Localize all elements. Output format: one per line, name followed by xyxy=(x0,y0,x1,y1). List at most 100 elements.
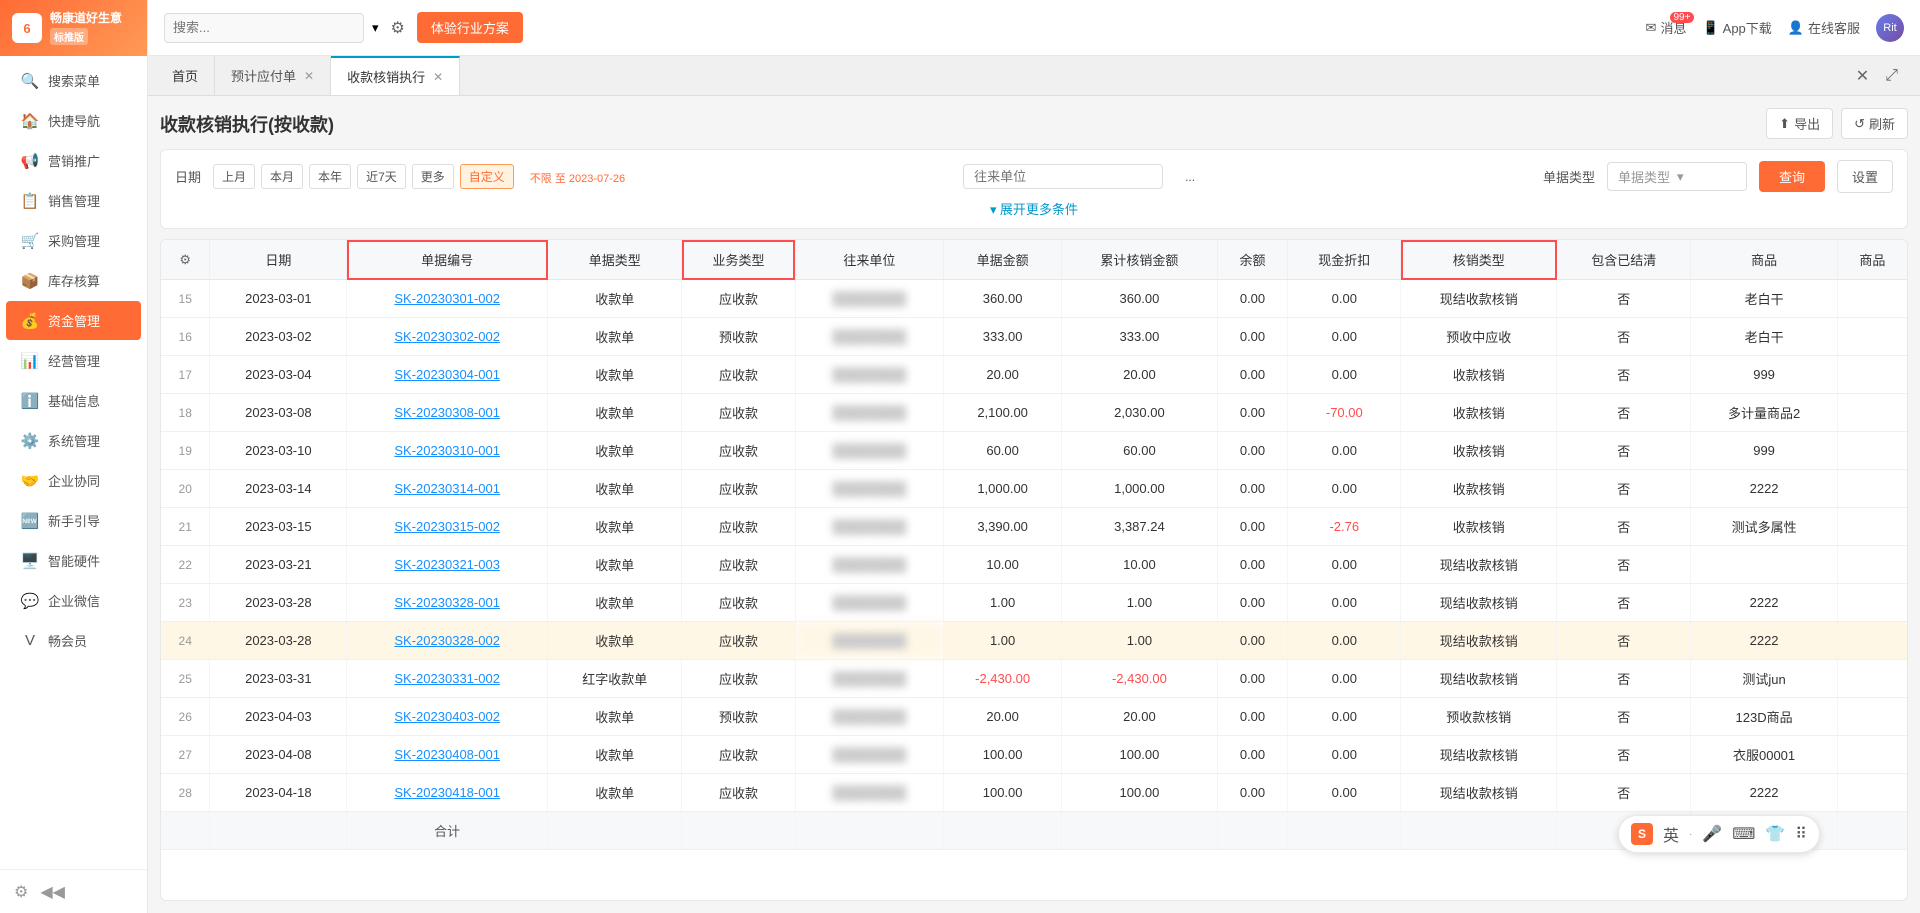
menu-label-sales: 销售管理 xyxy=(48,191,100,210)
sidebar-item-system[interactable]: ⚙️ 系统管理 xyxy=(6,421,141,460)
sidebar-item-guide[interactable]: 🆕 新手引导 xyxy=(6,501,141,540)
ime-pinyin-icon[interactable]: 英 xyxy=(1663,822,1679,846)
topbar-search-input[interactable] xyxy=(164,13,364,43)
query-button[interactable]: 查询 xyxy=(1759,161,1825,192)
sidebar-item-inventory[interactable]: 📦 库存核算 xyxy=(6,261,141,300)
menu-icon-guide: 🆕 xyxy=(20,512,40,530)
sidebar-item-basic[interactable]: ℹ️ 基础信息 xyxy=(6,381,141,420)
menu-icon-operation: 📊 xyxy=(20,352,40,370)
topbar-gear-icon[interactable]: ⚙ xyxy=(387,14,409,42)
message-button[interactable]: ✉ 消息 99+ xyxy=(1646,18,1687,37)
row-balance: 0.00 xyxy=(1217,698,1287,736)
app-download-button[interactable]: 📱 App下载 xyxy=(1702,18,1771,37)
sidebar: 6 畅康道好生意 标推版 🔍 搜索菜单 🏠 快捷导航 📢 营销推广 📋 销售管理… xyxy=(0,0,148,913)
sidebar-item-operation[interactable]: 📊 经营管理 xyxy=(6,341,141,380)
export-button[interactable]: ⬆ 导出 xyxy=(1766,108,1833,139)
sidebar-item-hardware[interactable]: 🖥️ 智能硬件 xyxy=(6,541,141,580)
row-bill-no[interactable]: SK-20230331-002 xyxy=(347,660,548,698)
expand-conditions-bar[interactable]: ▾ 展开更多条件 xyxy=(175,199,1893,218)
sidebar-item-finance[interactable]: 💰 资金管理 xyxy=(6,301,141,340)
date-this-month-btn[interactable]: 本月 xyxy=(261,164,303,189)
tab-prepay[interactable]: 预计应付单✕ xyxy=(215,56,331,95)
row-accum-cancel: 20.00 xyxy=(1062,698,1218,736)
ime-keyboard-icon[interactable]: ⌨ xyxy=(1732,824,1755,844)
row-bill-no[interactable]: SK-20230304-001 xyxy=(347,356,548,394)
table-wrap: ⚙ 日期 单据编号 单据类型 业务类型 往来单位 单据金额 累计核销金额 余额 … xyxy=(160,239,1908,901)
table-row: 24 2023-03-28 SK-20230328-002 收款单 应收款 ██… xyxy=(161,622,1907,660)
sidebar-item-search[interactable]: 🔍 搜索菜单 xyxy=(6,61,141,100)
row-number: 25 xyxy=(161,660,210,698)
row-cash-discount: 0.00 xyxy=(1288,432,1401,470)
tab-close-collection[interactable]: ✕ xyxy=(433,71,443,83)
tab-home[interactable]: 首页 xyxy=(156,56,215,95)
row-bill-no[interactable]: SK-20230308-001 xyxy=(347,394,548,432)
row-bill-no[interactable]: SK-20230302-002 xyxy=(347,318,548,356)
row-biz-type: 应收款 xyxy=(682,394,795,432)
row-biz-type: 应收款 xyxy=(682,584,795,622)
row-product1: 测试多属性 xyxy=(1691,508,1837,546)
row-number: 18 xyxy=(161,394,210,432)
row-counterpart: ████████ xyxy=(795,318,944,356)
column-settings-icon[interactable]: ⚙ xyxy=(179,252,191,267)
row-include-settled: 否 xyxy=(1557,470,1691,508)
bill-type-select[interactable]: 单据类型 ▾ xyxy=(1607,162,1747,191)
ime-apps-icon[interactable]: ⠿ xyxy=(1795,824,1807,844)
date-prev-month-btn[interactable]: 上月 xyxy=(213,164,255,189)
sidebar-item-sales[interactable]: 📋 销售管理 xyxy=(6,181,141,220)
row-bill-type: 收款单 xyxy=(548,736,682,774)
row-bill-no[interactable]: SK-20230328-002 xyxy=(347,622,548,660)
ime-mic-icon[interactable]: 🎤 xyxy=(1702,824,1722,844)
topbar-dropdown-icon[interactable]: ▾ xyxy=(372,20,379,36)
row-bill-no[interactable]: SK-20230408-001 xyxy=(347,736,548,774)
tab-collection[interactable]: 收款核销执行✕ xyxy=(331,56,460,95)
app-download-label: App下载 xyxy=(1723,18,1772,37)
ime-shirt-icon[interactable]: 👕 xyxy=(1765,824,1785,844)
row-cash-discount: 0.00 xyxy=(1288,736,1401,774)
row-product2 xyxy=(1837,736,1907,774)
setting-button[interactable]: 设置 xyxy=(1837,160,1893,193)
online-service-button[interactable]: 👤 在线客服 xyxy=(1788,18,1860,37)
row-bill-no[interactable]: SK-20230321-003 xyxy=(347,546,548,584)
menu-icon-wechat: 💬 xyxy=(20,592,40,610)
tab-label-home: 首页 xyxy=(172,66,198,85)
row-amount: 2,100.00 xyxy=(944,394,1062,432)
industry-solution-button[interactable]: 体验行业方案 xyxy=(417,12,523,43)
col-settings[interactable]: ⚙ xyxy=(161,240,210,280)
sidebar-item-corp[interactable]: 🤝 企业协同 xyxy=(6,461,141,500)
tab-maximize-button[interactable]: ⤢ xyxy=(1879,65,1904,87)
row-bill-no[interactable]: SK-20230314-001 xyxy=(347,470,548,508)
sidebar-item-member[interactable]: V 畅会员 xyxy=(6,621,141,660)
tab-close-prepay[interactable]: ✕ xyxy=(304,70,314,82)
tab-close-all-button[interactable]: ✕ xyxy=(1850,64,1875,88)
row-product2 xyxy=(1837,546,1907,584)
row-accum-cancel: 3,387.24 xyxy=(1062,508,1218,546)
date-this-year-btn[interactable]: 本年 xyxy=(309,164,351,189)
row-product2 xyxy=(1837,394,1907,432)
sidebar-item-marketing[interactable]: 📢 营销推广 xyxy=(6,141,141,180)
sidebar-item-wechat[interactable]: 💬 企业微信 xyxy=(6,581,141,620)
counterpart-filter[interactable] xyxy=(963,164,1163,189)
row-counterpart: ████████ xyxy=(795,660,944,698)
date-more-btn[interactable]: 更多 xyxy=(412,164,454,189)
row-bill-no[interactable]: SK-20230418-001 xyxy=(347,774,548,812)
row-bill-no[interactable]: SK-20230310-001 xyxy=(347,432,548,470)
row-bill-no[interactable]: SK-20230403-002 xyxy=(347,698,548,736)
ime-dot: · xyxy=(1689,829,1692,840)
user-avatar[interactable]: Rit xyxy=(1876,14,1904,42)
expand-label: 展开更多条件 xyxy=(1000,202,1078,217)
date-7days-btn[interactable]: 近7天 xyxy=(357,164,406,189)
refresh-button[interactable]: ↺ 刷新 xyxy=(1841,108,1908,139)
row-counterpart: ████████ xyxy=(795,356,944,394)
row-bill-no[interactable]: SK-20230301-002 xyxy=(347,280,548,318)
row-bill-no[interactable]: SK-20230315-002 xyxy=(347,508,548,546)
row-bill-type: 收款单 xyxy=(548,508,682,546)
sidebar-item-quick[interactable]: 🏠 快捷导航 xyxy=(6,101,141,140)
row-bill-no[interactable]: SK-20230328-001 xyxy=(347,584,548,622)
sidebar-collapse-icon[interactable]: ◀◀ xyxy=(40,882,65,902)
counterpart-input[interactable] xyxy=(974,169,1152,184)
sidebar-item-purchase[interactable]: 🛒 采购管理 xyxy=(6,221,141,260)
sidebar-gear-icon[interactable]: ⚙ xyxy=(14,882,28,902)
date-custom-btn[interactable]: 自定义 xyxy=(460,164,514,189)
row-cash-discount: 0.00 xyxy=(1288,660,1401,698)
menu-label-wechat: 企业微信 xyxy=(48,591,100,610)
